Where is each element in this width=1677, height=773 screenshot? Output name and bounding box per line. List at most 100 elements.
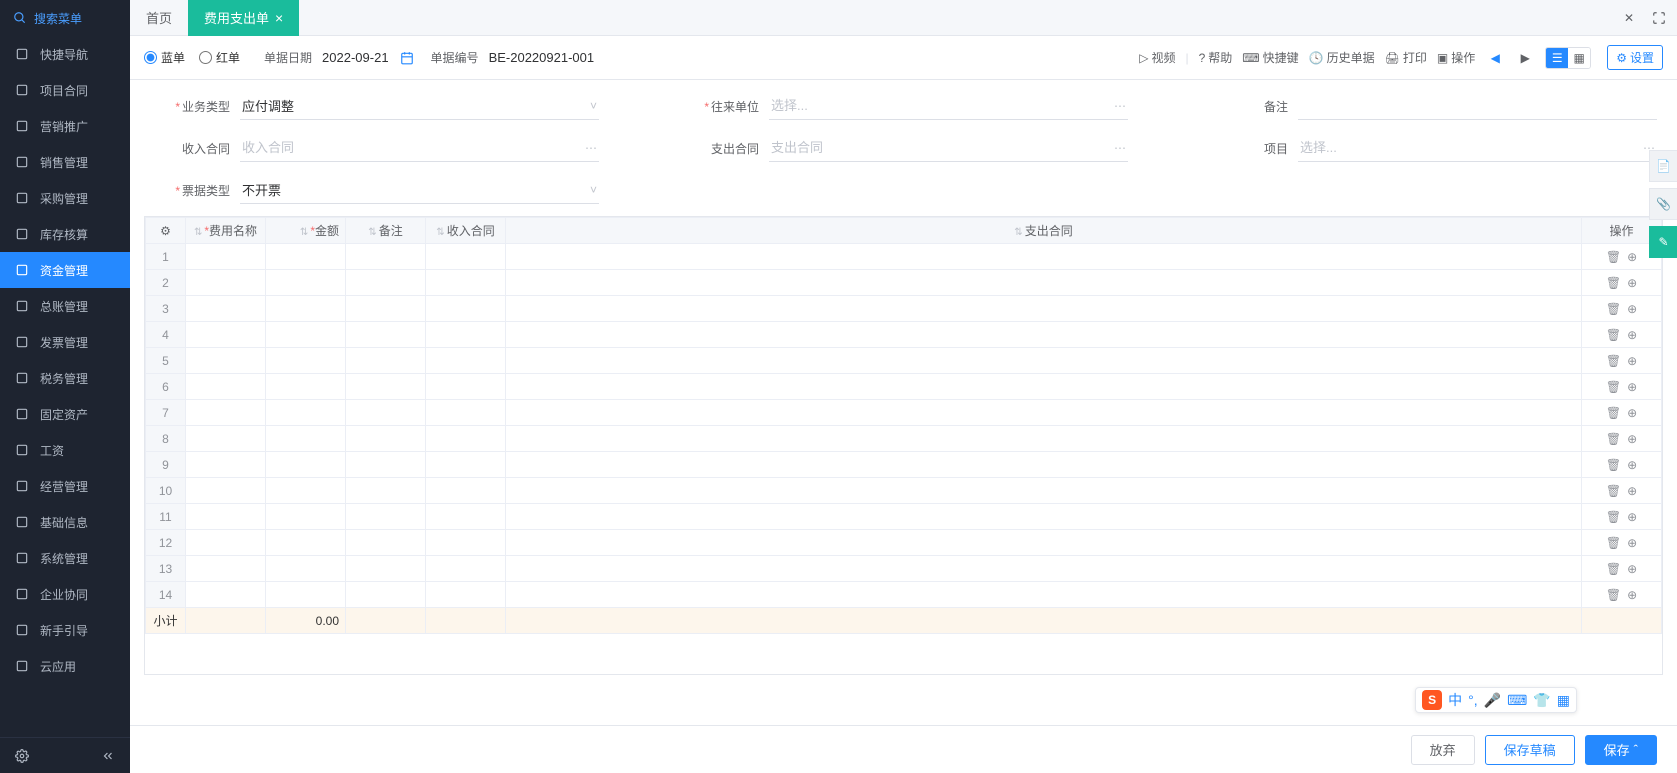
next-icon[interactable]: ▶ xyxy=(1515,48,1535,68)
sidebar-item-7[interactable]: 总账管理 xyxy=(0,288,130,324)
sidebar-item-0[interactable]: 快捷导航 xyxy=(0,36,130,72)
row-delete-icon[interactable]: 🗑 xyxy=(1606,328,1621,342)
biz-type-select[interactable]: ˅ xyxy=(240,92,599,120)
chevron-down-icon[interactable]: ˅ xyxy=(590,99,597,113)
row-add-icon[interactable]: ⊕ xyxy=(1627,536,1637,550)
radio-red-input[interactable] xyxy=(199,51,212,64)
table-row[interactable]: 14🗑⊕ xyxy=(146,582,1662,608)
cell-amount[interactable] xyxy=(266,504,346,530)
sidebar-item-2[interactable]: 营销推广 xyxy=(0,108,130,144)
tab-active[interactable]: 费用支出单 × xyxy=(188,0,299,36)
table-row[interactable]: 7🗑⊕ xyxy=(146,400,1662,426)
cell-fee-name[interactable] xyxy=(186,400,266,426)
col-fee-name[interactable]: ⇅*费用名称 xyxy=(186,218,266,244)
table-row[interactable]: 12🗑⊕ xyxy=(146,530,1662,556)
cell-expense[interactable] xyxy=(506,582,1582,608)
sidebar-item-10[interactable]: 固定资产 xyxy=(0,396,130,432)
cell-note[interactable] xyxy=(346,452,426,478)
sidebar-item-9[interactable]: 税务管理 xyxy=(0,360,130,396)
sidebar-item-5[interactable]: 库存核算 xyxy=(0,216,130,252)
cell-amount[interactable] xyxy=(266,556,346,582)
close-icon[interactable]: × xyxy=(275,10,283,26)
ime-keyboard-icon[interactable]: ⌨ xyxy=(1507,692,1527,709)
row-add-icon[interactable]: ⊕ xyxy=(1627,276,1637,290)
cell-amount[interactable] xyxy=(266,426,346,452)
more-icon[interactable]: ⋯ xyxy=(1114,99,1126,113)
ime-toolbar[interactable]: S 中 °, 🎤 ⌨ 👕 ▦ xyxy=(1415,687,1577,713)
gear-icon[interactable] xyxy=(14,748,30,764)
sidebar-item-17[interactable]: 云应用 xyxy=(0,648,130,684)
cell-amount[interactable] xyxy=(266,400,346,426)
date-value[interactable]: 2022-09-21 xyxy=(322,50,389,65)
row-delete-icon[interactable]: 🗑 xyxy=(1606,588,1621,602)
expense-contract-input[interactable] xyxy=(771,140,1108,155)
remark-input-wrap[interactable] xyxy=(1298,92,1657,120)
tab-home[interactable]: 首页 xyxy=(130,0,188,36)
collapse-icon[interactable] xyxy=(100,748,116,764)
cell-fee-name[interactable] xyxy=(186,374,266,400)
row-add-icon[interactable]: ⊕ xyxy=(1627,458,1637,472)
remark-input[interactable] xyxy=(1300,98,1637,113)
biz-type-input[interactable] xyxy=(242,98,579,113)
table-row[interactable]: 1🗑⊕ xyxy=(146,244,1662,270)
radio-blue[interactable]: 蓝单 xyxy=(144,49,185,66)
cell-fee-name[interactable] xyxy=(186,530,266,556)
ime-mic-icon[interactable]: 🎤 xyxy=(1484,692,1501,709)
row-add-icon[interactable]: ⊕ xyxy=(1627,354,1637,368)
sidebar-item-1[interactable]: 项目合同 xyxy=(0,72,130,108)
row-add-icon[interactable]: ⊕ xyxy=(1627,406,1637,420)
rail-help-icon[interactable]: ✎ xyxy=(1649,226,1677,258)
help-link[interactable]: ? 帮助 xyxy=(1199,49,1233,66)
sidebar-search[interactable]: 搜索菜单 xyxy=(0,0,130,36)
sidebar-item-12[interactable]: 经营管理 xyxy=(0,468,130,504)
cell-expense[interactable] xyxy=(506,452,1582,478)
save-button[interactable]: 保存ˆ xyxy=(1585,735,1657,765)
invoice-type-select[interactable]: ˅ xyxy=(240,176,599,204)
cell-note[interactable] xyxy=(346,426,426,452)
ime-skin-icon[interactable]: 👕 xyxy=(1533,692,1550,709)
sidebar-item-13[interactable]: 基础信息 xyxy=(0,504,130,540)
table-row[interactable]: 8🗑⊕ xyxy=(146,426,1662,452)
ime-punct-icon[interactable]: °, xyxy=(1468,692,1478,708)
table-gear-header[interactable]: ⚙ xyxy=(146,218,186,244)
cell-amount[interactable] xyxy=(266,374,346,400)
chevron-down-icon[interactable]: ˅ xyxy=(590,183,597,197)
cell-income[interactable] xyxy=(426,400,506,426)
sidebar-item-3[interactable]: 销售管理 xyxy=(0,144,130,180)
cell-income[interactable] xyxy=(426,504,506,530)
cell-amount[interactable] xyxy=(266,452,346,478)
partner-input[interactable] xyxy=(771,98,1108,113)
cell-expense[interactable] xyxy=(506,296,1582,322)
cell-income[interactable] xyxy=(426,452,506,478)
cell-note[interactable] xyxy=(346,530,426,556)
table-row[interactable]: 3🗑⊕ xyxy=(146,296,1662,322)
cell-expense[interactable] xyxy=(506,374,1582,400)
sidebar-item-8[interactable]: 发票管理 xyxy=(0,324,130,360)
calendar-icon[interactable] xyxy=(399,50,415,66)
cell-note[interactable] xyxy=(346,556,426,582)
row-delete-icon[interactable]: 🗑 xyxy=(1606,510,1621,524)
cell-note[interactable] xyxy=(346,270,426,296)
sidebar-item-16[interactable]: 新手引导 xyxy=(0,612,130,648)
row-add-icon[interactable]: ⊕ xyxy=(1627,302,1637,316)
row-add-icon[interactable]: ⊕ xyxy=(1627,562,1637,576)
sidebar-item-11[interactable]: 工资 xyxy=(0,432,130,468)
cell-amount[interactable] xyxy=(266,348,346,374)
cell-expense[interactable] xyxy=(506,556,1582,582)
row-delete-icon[interactable]: 🗑 xyxy=(1606,562,1621,576)
cell-fee-name[interactable] xyxy=(186,582,266,608)
table-row[interactable]: 10🗑⊕ xyxy=(146,478,1662,504)
cell-fee-name[interactable] xyxy=(186,478,266,504)
table-row[interactable]: 4🗑⊕ xyxy=(146,322,1662,348)
cell-expense[interactable] xyxy=(506,400,1582,426)
row-delete-icon[interactable]: 🗑 xyxy=(1606,380,1621,394)
radio-red[interactable]: 红单 xyxy=(199,49,240,66)
row-delete-icon[interactable]: 🗑 xyxy=(1606,432,1621,446)
discard-button[interactable]: 放弃 xyxy=(1411,735,1475,765)
row-add-icon[interactable]: ⊕ xyxy=(1627,588,1637,602)
cell-income[interactable] xyxy=(426,478,506,504)
cell-fee-name[interactable] xyxy=(186,270,266,296)
table-row[interactable]: 9🗑⊕ xyxy=(146,452,1662,478)
table-row[interactable]: 11🗑⊕ xyxy=(146,504,1662,530)
cell-amount[interactable] xyxy=(266,478,346,504)
